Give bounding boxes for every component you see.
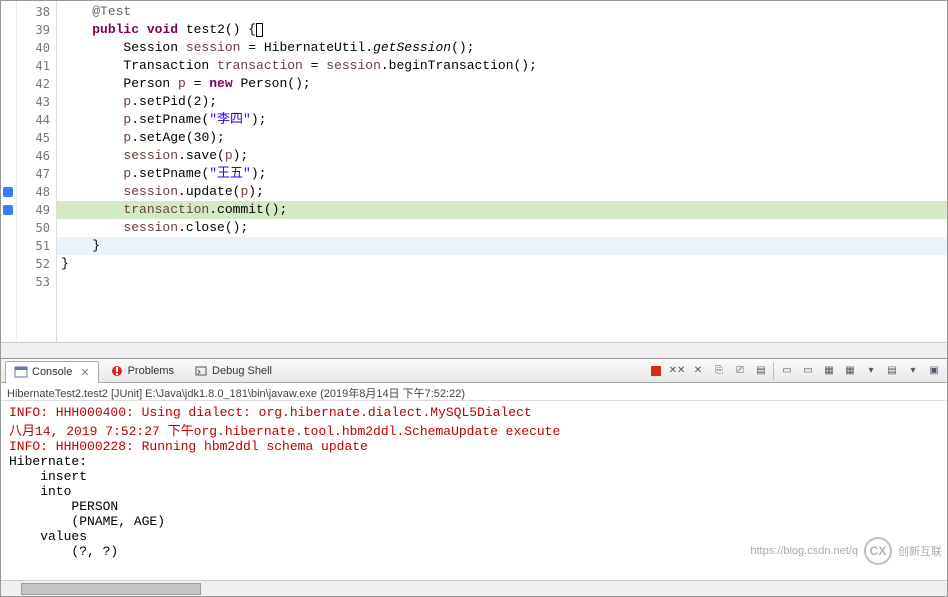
tab-debug-shell-label: Debug Shell bbox=[212, 365, 272, 377]
console-line: 八月14, 2019 7:52:27 下午org.hibernate.tool.… bbox=[9, 420, 939, 439]
code-editor-pane: 38394041424344454647484950515253 @Test p… bbox=[1, 1, 947, 359]
line-number: 43 bbox=[17, 93, 56, 111]
toolbar-button-12[interactable]: ▤ bbox=[883, 362, 901, 380]
line-number: 47 bbox=[17, 165, 56, 183]
line-number: 51 bbox=[17, 237, 56, 255]
marker-column bbox=[1, 1, 17, 342]
code-line[interactable]: p.setPname("李四"); bbox=[57, 111, 947, 129]
line-number: 49 bbox=[17, 201, 56, 219]
line-number: 46 bbox=[17, 147, 56, 165]
line-number: 41 bbox=[17, 57, 56, 75]
watermark-url: https://blog.csdn.net/q bbox=[750, 545, 858, 557]
line-number: 52 bbox=[17, 255, 56, 273]
code-line[interactable]: } bbox=[57, 255, 947, 273]
line-number: 45 bbox=[17, 129, 56, 147]
tab-debug-shell[interactable]: Debug Shell bbox=[185, 360, 281, 382]
code-line[interactable]: @Test bbox=[57, 3, 947, 21]
console-line: into bbox=[9, 484, 939, 499]
line-number-gutter: 38394041424344454647484950515253 bbox=[17, 1, 57, 342]
console-line: (PNAME, AGE) bbox=[9, 514, 939, 529]
code-content[interactable]: @Test public void test2() { Session sess… bbox=[57, 1, 947, 342]
toolbar-button-3[interactable]: ⎘ bbox=[710, 362, 728, 380]
code-line[interactable]: session.close(); bbox=[57, 219, 947, 237]
toolbar-button-11[interactable]: ▾ bbox=[862, 362, 880, 380]
code-line[interactable]: Person p = new Person(); bbox=[57, 75, 947, 93]
toolbar-button-6 bbox=[773, 362, 775, 380]
console-toolbar: ✕✕✕⎘⎚▤▭▭▦▦▾▤▾▣ bbox=[647, 362, 943, 380]
watermark-brand: 创新互联 bbox=[898, 543, 942, 559]
tab-console-label: Console bbox=[32, 366, 72, 378]
toolbar-button-8[interactable]: ▭ bbox=[799, 362, 817, 380]
code-line[interactable]: transaction.commit(); bbox=[57, 201, 947, 219]
watermark-logo-icon: CX bbox=[864, 537, 892, 565]
line-number: 48 bbox=[17, 183, 56, 201]
code-area[interactable]: 38394041424344454647484950515253 @Test p… bbox=[1, 1, 947, 342]
toolbar-button-2[interactable]: ✕ bbox=[689, 362, 707, 380]
toolbar-button-7[interactable]: ▭ bbox=[778, 362, 796, 380]
toolbar-button-0[interactable] bbox=[647, 362, 665, 380]
views-tabbar: Console ✕ Problems Debug Shell ✕✕✕⎘⎚▤▭▭▦… bbox=[1, 359, 947, 383]
console-icon bbox=[14, 365, 28, 379]
toolbar-button-14[interactable]: ▣ bbox=[925, 362, 943, 380]
launch-info: HibernateTest2.test2 [JUnit] E:\Java\jdk… bbox=[1, 383, 947, 401]
line-number: 44 bbox=[17, 111, 56, 129]
line-number: 40 bbox=[17, 39, 56, 57]
problems-icon bbox=[110, 364, 124, 378]
tab-console[interactable]: Console ✕ bbox=[5, 361, 99, 383]
toolbar-button-1[interactable]: ✕✕ bbox=[668, 362, 686, 380]
toolbar-button-10[interactable]: ▦ bbox=[841, 362, 859, 380]
line-number: 53 bbox=[17, 273, 56, 291]
code-line[interactable]: session.save(p); bbox=[57, 147, 947, 165]
tab-problems[interactable]: Problems bbox=[101, 360, 183, 382]
console-line: PERSON bbox=[9, 499, 939, 514]
code-line[interactable]: session.update(p); bbox=[57, 183, 947, 201]
editor-horizontal-scrollbar[interactable] bbox=[1, 342, 947, 358]
tab-problems-label: Problems bbox=[128, 365, 174, 377]
console-horizontal-scrollbar[interactable] bbox=[1, 580, 947, 596]
line-number: 39 bbox=[17, 21, 56, 39]
code-line[interactable]: Session session = HibernateUtil.getSessi… bbox=[57, 39, 947, 57]
code-line[interactable]: } bbox=[57, 237, 947, 255]
watermark: https://blog.csdn.net/q CX 创新互联 bbox=[750, 537, 942, 565]
toolbar-button-13[interactable]: ▾ bbox=[904, 362, 922, 380]
console-line: Hibernate: bbox=[9, 454, 939, 469]
debug-shell-icon bbox=[194, 364, 208, 378]
code-line[interactable]: p.setAge(30); bbox=[57, 129, 947, 147]
console-line: INFO: HHH000400: Using dialect: org.hibe… bbox=[9, 405, 939, 420]
line-number: 38 bbox=[17, 3, 56, 21]
code-line[interactable]: p.setPid(2); bbox=[57, 93, 947, 111]
code-line[interactable] bbox=[57, 273, 947, 291]
console-line: INFO: HHH000228: Running hbm2ddl schema … bbox=[9, 439, 939, 454]
breakpoint-marker[interactable] bbox=[3, 187, 13, 197]
line-number: 42 bbox=[17, 75, 56, 93]
close-icon[interactable]: ✕ bbox=[80, 366, 89, 379]
line-number: 50 bbox=[17, 219, 56, 237]
breakpoint-marker[interactable] bbox=[3, 205, 13, 215]
console-line: insert bbox=[9, 469, 939, 484]
code-line[interactable]: Transaction transaction = session.beginT… bbox=[57, 57, 947, 75]
code-line[interactable]: p.setPname("王五"); bbox=[57, 165, 947, 183]
terminate-icon bbox=[651, 366, 661, 376]
toolbar-button-5[interactable]: ▤ bbox=[752, 362, 770, 380]
code-line[interactable]: public void test2() { bbox=[57, 21, 947, 39]
toolbar-button-9[interactable]: ▦ bbox=[820, 362, 838, 380]
toolbar-button-4[interactable]: ⎚ bbox=[731, 362, 749, 380]
scrollbar-thumb[interactable] bbox=[21, 583, 201, 595]
